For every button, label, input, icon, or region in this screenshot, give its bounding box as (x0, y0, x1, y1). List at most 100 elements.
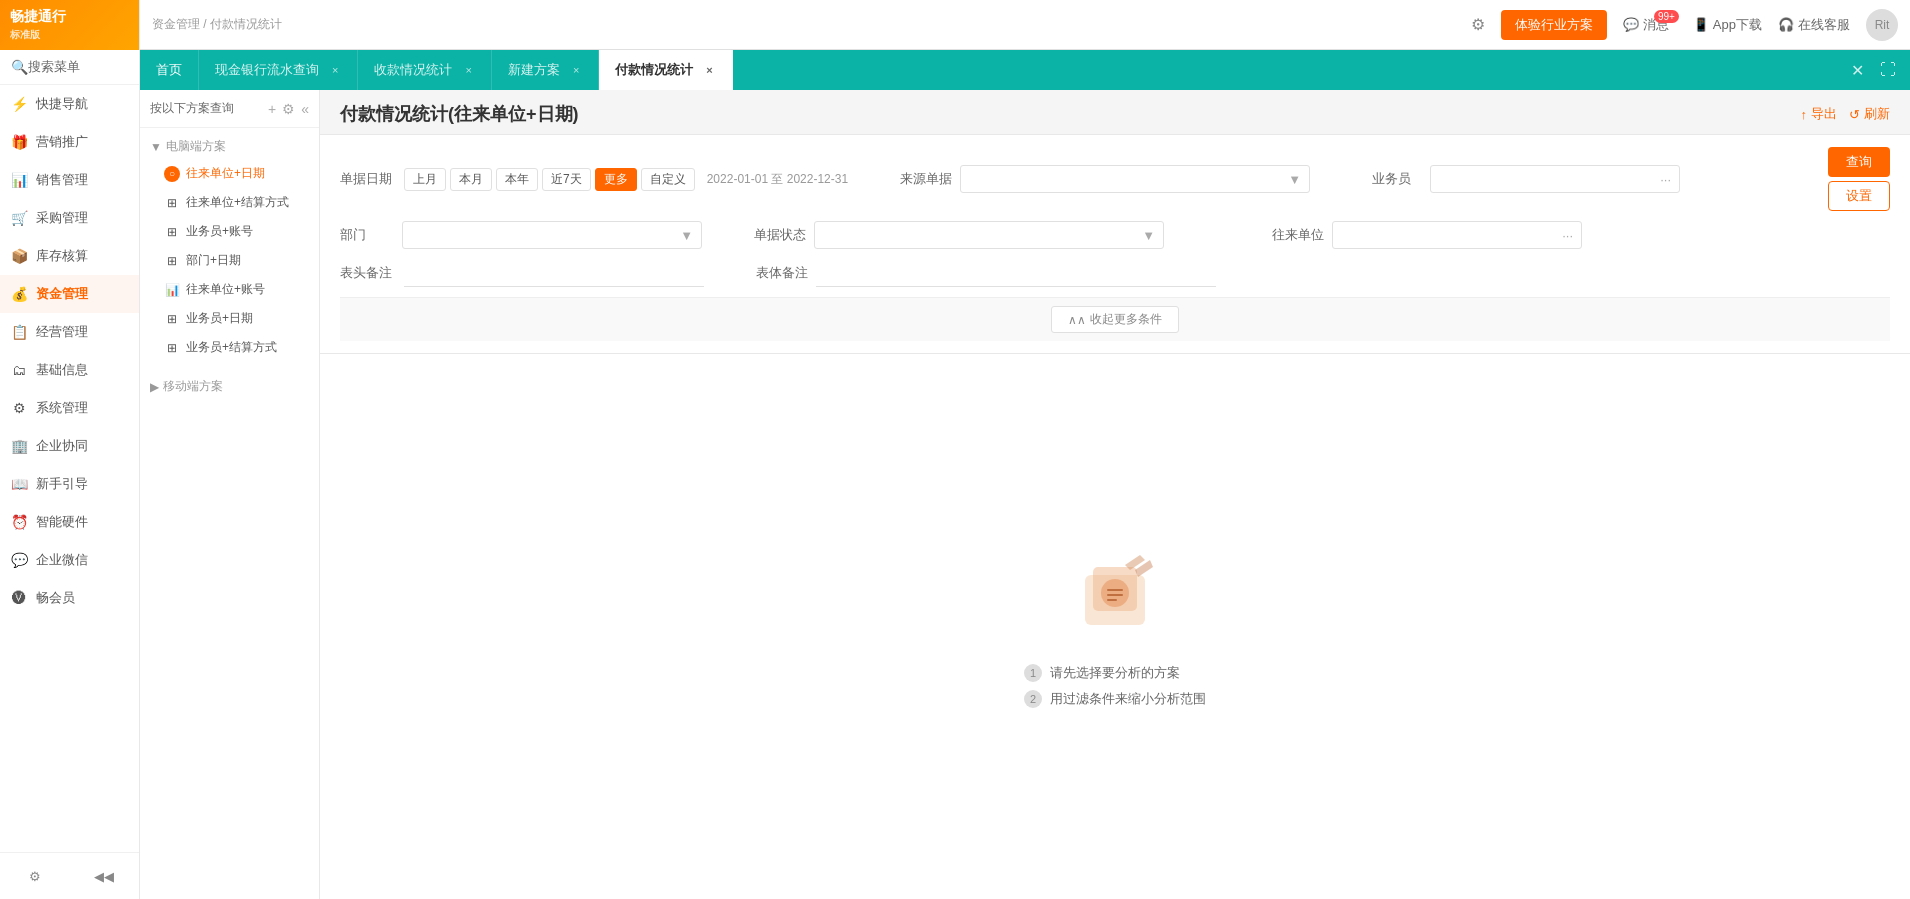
date-btn-more[interactable]: 更多 (595, 168, 637, 191)
scheme-panel-title: 按以下方案查询 (150, 100, 262, 117)
sidebar-logo: 畅捷通行 标准版 (0, 0, 139, 50)
sidebar-item-guide[interactable]: 📖 新手引导 (0, 465, 139, 503)
note-body-input[interactable] (816, 259, 1216, 287)
empty-illustration (1065, 545, 1165, 648)
sidebar-item-wechat[interactable]: 💬 企业微信 (0, 541, 139, 579)
date-btn-custom[interactable]: 自定义 (641, 168, 695, 191)
scheme-item-partner-date[interactable]: ○ 往来单位+日期 (140, 159, 319, 188)
empty-tips: 1 请先选择要分析的方案 2 用过滤条件来缩小分析范围 (1024, 664, 1206, 708)
tip-num-1: 1 (1024, 664, 1042, 682)
scheme-section-desktop-title[interactable]: ▼ 电脑端方案 (140, 134, 319, 159)
sidebar-item-basic[interactable]: 🗂 基础信息 (0, 351, 139, 389)
filter-row-3: 表头备注 表体备注 (340, 259, 1890, 287)
sidebar-item-enterprise[interactable]: 🏢 企业协同 (0, 427, 139, 465)
finance-icon: 💰 (10, 285, 28, 303)
tip-text-2: 用过滤条件来缩小分析范围 (1050, 690, 1206, 708)
app-download-btn[interactable]: 📱 App下载 (1693, 16, 1762, 34)
logo-sub: 标准版 (10, 28, 66, 42)
topbar-settings-icon[interactable]: ⚙ (1471, 15, 1485, 34)
scheme-item-partner-account[interactable]: 📊 往来单位+账号 (140, 275, 319, 304)
sidebar-settings-btn[interactable]: ⚙ (20, 861, 50, 891)
sidebar-item-inventory[interactable]: 📦 库存核算 (0, 237, 139, 275)
sidebar-collapse-btn[interactable]: ◀◀ (89, 861, 119, 891)
date-btn-7days[interactable]: 近7天 (542, 168, 591, 191)
sidebar-item-finance[interactable]: 💰 资金管理 (0, 275, 139, 313)
add-scheme-btn[interactable]: + (268, 101, 276, 117)
partner-filter: 往来单位 ··· (1272, 221, 1758, 249)
scheme-item-partner-settlement[interactable]: ⊞ 往来单位+结算方式 (140, 188, 319, 217)
refresh-btn[interactable]: ↺ 刷新 (1849, 105, 1890, 123)
page-header: 付款情况统计(往来单位+日期) ↑ 导出 ↺ 刷新 (320, 90, 1910, 135)
staff-select[interactable]: ··· (1430, 165, 1680, 193)
scheme-item-staff-settlement[interactable]: ⊞ 业务员+结算方式 (140, 333, 319, 362)
scheme-collapse-icon[interactable]: « (301, 101, 309, 117)
sidebar-item-system[interactable]: ⚙ 系统管理 (0, 389, 139, 427)
tab-expand-icon[interactable]: ⛶ (1876, 57, 1900, 83)
tip-num-2: 2 (1024, 690, 1042, 708)
content-area: 按以下方案查询 + ⚙ « ▼ 电脑端方案 ○ 往来单位+日期 ⊞ 往来单位+结… (140, 90, 1910, 899)
source-select[interactable]: ▼ (960, 165, 1310, 193)
sidebar-item-hardware[interactable]: ⏰ 智能硬件 (0, 503, 139, 541)
note-body-filter: 表体备注 (756, 259, 1890, 287)
wechat-icon: 💬 (10, 551, 28, 569)
staff-select-arrow: ··· (1660, 172, 1671, 187)
sidebar-item-sales[interactable]: 📊 销售管理 (0, 161, 139, 199)
collapse-more-btn[interactable]: ∧∧ 收起更多条件 (1051, 306, 1179, 333)
svg-rect-4 (1107, 594, 1123, 596)
svg-rect-3 (1107, 589, 1123, 591)
scheme-item-dept-date[interactable]: ⊞ 部门+日期 (140, 246, 319, 275)
online-service-btn[interactable]: 🎧 在线客服 (1778, 16, 1850, 34)
page-header-actions: ↑ 导出 ↺ 刷新 (1801, 105, 1891, 123)
sidebar-item-operation[interactable]: 📋 经营管理 (0, 313, 139, 351)
note-header-input[interactable] (404, 259, 704, 287)
scheme-item-staff-account[interactable]: ⊞ 业务员+账号 (140, 217, 319, 246)
tab-new-scheme[interactable]: 新建方案 × (492, 50, 599, 90)
user-avatar[interactable]: Rit (1866, 9, 1898, 41)
svg-rect-5 (1107, 599, 1117, 601)
tabbar: 首页 现金银行流水查询 × 收款情况统计 × 新建方案 × 付款情况统计 × ✕… (140, 50, 1910, 90)
sidebar-item-search[interactable]: 🔍 搜索菜单 (0, 50, 139, 85)
sidebar-item-quick-nav[interactable]: ⚡ 快捷导航 (0, 85, 139, 123)
right-content: 付款情况统计(往来单位+日期) ↑ 导出 ↺ 刷新 单据日期 (320, 90, 1910, 899)
tab-receipt-stats[interactable]: 收款情况统计 × (358, 50, 491, 90)
partner-select[interactable]: ··· (1332, 221, 1582, 249)
date-btn-this-month[interactable]: 本月 (450, 168, 492, 191)
tab-payment-stats-close[interactable]: × (703, 63, 715, 77)
purchase-icon: 🛒 (10, 209, 28, 227)
source-label: 来源单据 (900, 170, 952, 188)
quick-nav-icon: ⚡ (10, 95, 28, 113)
sidebar-item-member[interactable]: 🅥 畅会员 (0, 579, 139, 617)
messages-btn[interactable]: 💬 消息 99+ (1623, 16, 1669, 34)
scheme-item-staff-date[interactable]: ⊞ 业务员+日期 (140, 304, 319, 333)
dept-select[interactable]: ▼ (402, 221, 702, 249)
scheme-staff-date-icon: ⊞ (164, 311, 180, 327)
tab-bank-flow-close[interactable]: × (329, 63, 341, 77)
tab-new-scheme-close[interactable]: × (570, 63, 582, 77)
sidebar-item-purchase[interactable]: 🛒 采购管理 (0, 199, 139, 237)
breadcrumb: 资金管理 / 付款情况统计 (152, 16, 1461, 33)
tab-payment-stats[interactable]: 付款情况统计 × (599, 50, 732, 90)
sidebar-bottom: ⚙ ◀◀ (0, 852, 139, 899)
tab-home[interactable]: 首页 (140, 50, 199, 90)
tab-receipt-stats-close[interactable]: × (462, 63, 474, 77)
tab-close-all-icon[interactable]: ✕ (1847, 57, 1868, 84)
scheme-panel: 按以下方案查询 + ⚙ « ▼ 电脑端方案 ○ 往来单位+日期 ⊞ 往来单位+结… (140, 90, 320, 899)
scheme-section-desktop: ▼ 电脑端方案 ○ 往来单位+日期 ⊞ 往来单位+结算方式 ⊞ 业务员+账号 ⊞ (140, 128, 319, 368)
scheme-settings-icon[interactable]: ⚙ (282, 101, 295, 117)
query-btn[interactable]: 查询 (1828, 147, 1890, 177)
tab-bank-flow[interactable]: 现金银行流水查询 × (199, 50, 358, 90)
doc-status-select[interactable]: ▼ (814, 221, 1164, 249)
source-select-arrow: ▼ (1288, 172, 1301, 187)
scheme-section-mobile-title[interactable]: ▶ 移动端方案 (140, 374, 319, 399)
trial-btn[interactable]: 体验行业方案 (1501, 10, 1607, 40)
filter-settings-btn[interactable]: 设置 (1828, 181, 1890, 211)
date-btn-last-month[interactable]: 上月 (404, 168, 446, 191)
date-btn-this-year[interactable]: 本年 (496, 168, 538, 191)
operation-icon: 📋 (10, 323, 28, 341)
sidebar-item-marketing[interactable]: 🎁 营销推广 (0, 123, 139, 161)
guide-icon: 📖 (10, 475, 28, 493)
page-title: 付款情况统计(往来单位+日期) (340, 102, 579, 126)
export-btn[interactable]: ↑ 导出 (1801, 105, 1838, 123)
partner-label: 往来单位 (1272, 226, 1324, 244)
message-icon: 💬 (1623, 17, 1639, 32)
